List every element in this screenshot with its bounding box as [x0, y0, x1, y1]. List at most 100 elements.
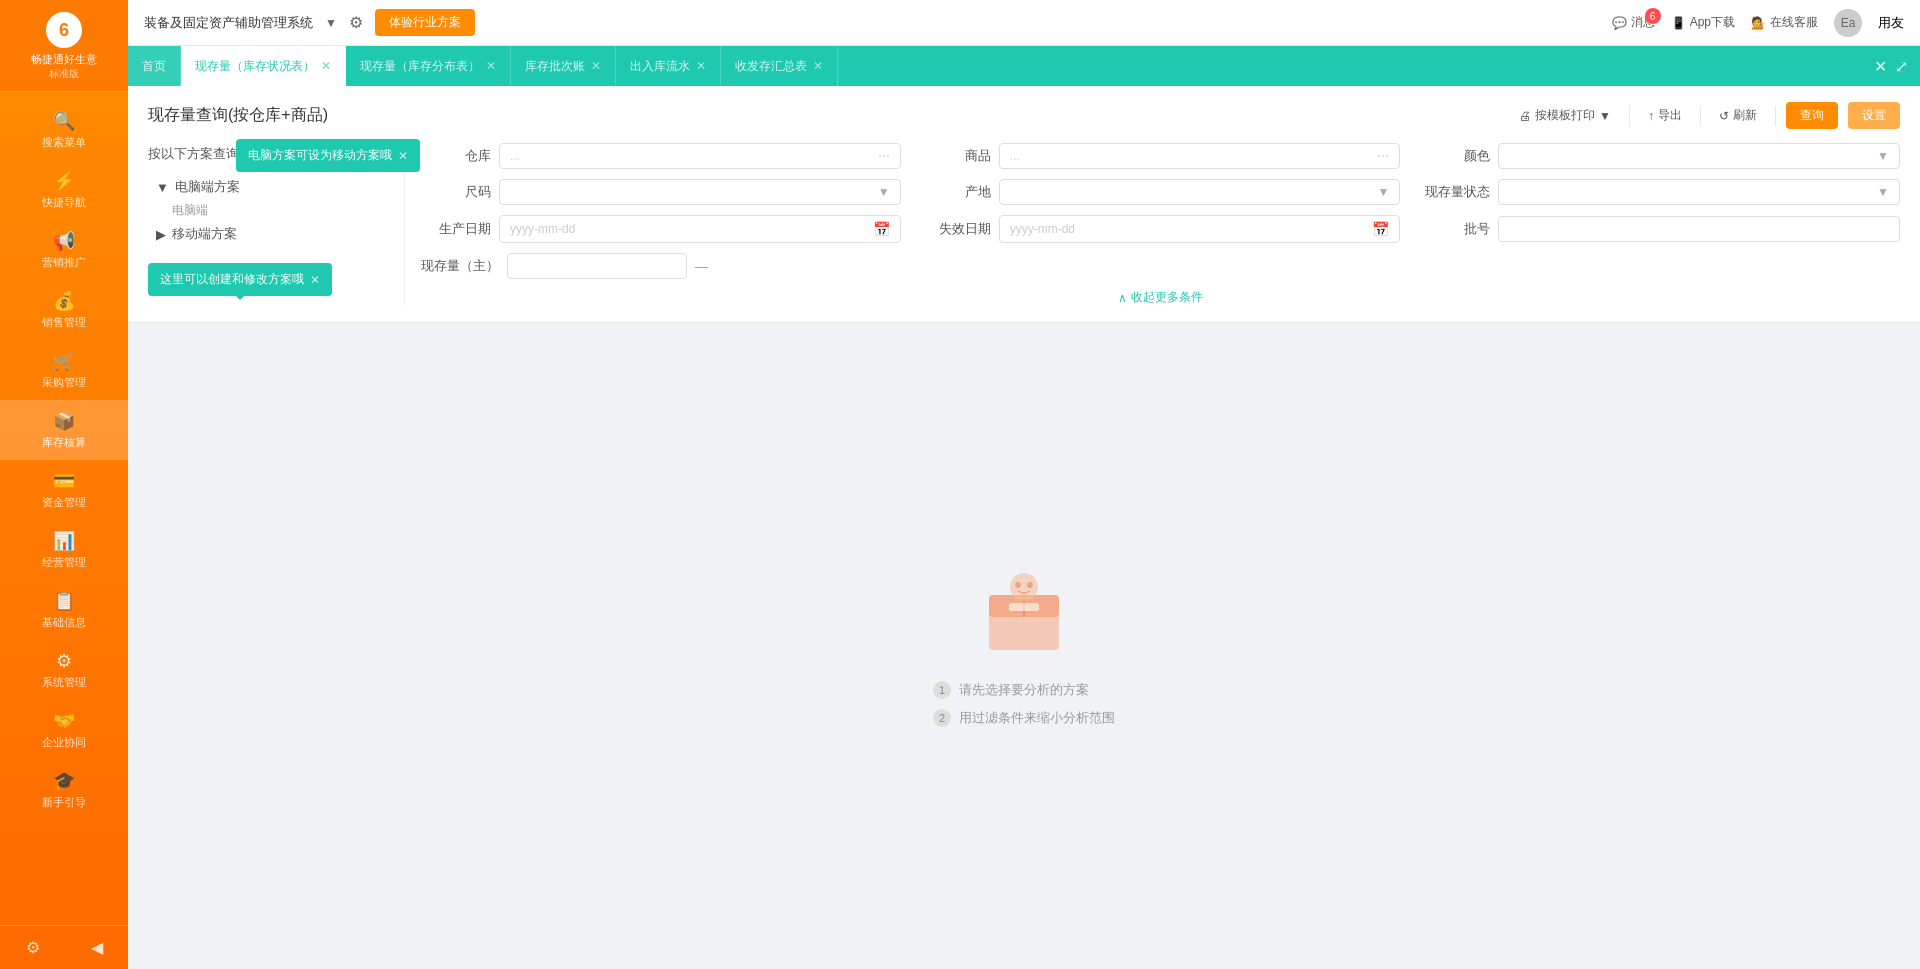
scheme-desktop-item-label: 电脑端	[172, 202, 208, 219]
sidebar-item-operation[interactable]: 📊 经营管理	[0, 520, 128, 580]
filter-panel: 现存量查询(按仓库+商品) 🖨 按模板打印 ▼ ↑ 导出 ↺	[128, 86, 1920, 323]
maximize-tabs-button[interactable]: ⤢	[1895, 57, 1908, 76]
produce-date-calendar-icon[interactable]: 📅	[873, 221, 890, 237]
filter-goods-value: ...	[1010, 149, 1020, 163]
tab-in-out-flow[interactable]: 出入库流水 ✕	[616, 46, 721, 86]
settings-bottom-icon[interactable]: ⚙	[26, 938, 40, 957]
refresh-icon: ↺	[1719, 109, 1729, 123]
scheme-label: 按以下方案查询	[148, 145, 239, 163]
finance-icon: 💳	[53, 470, 75, 492]
basic-icon: 📋	[53, 590, 75, 612]
sidebar-item-search[interactable]: 🔍 搜索菜单	[0, 100, 128, 160]
empty-hint-2-text: 用过滤条件来缩小分析范围	[959, 709, 1115, 727]
sidebar-item-system[interactable]: ⚙ 系统管理	[0, 640, 128, 700]
tab-inventory-dist[interactable]: 现存量（库存分布表） ✕	[346, 46, 511, 86]
export-label: 导出	[1658, 107, 1682, 124]
sidebar-item-finance-label: 资金管理	[42, 495, 86, 510]
sidebar-item-sales[interactable]: 💰 销售管理	[0, 280, 128, 340]
export-button[interactable]: ↑ 导出	[1640, 103, 1690, 128]
tab-inventory-status-close[interactable]: ✕	[321, 59, 331, 73]
search-icon: 🔍	[53, 110, 75, 132]
settings-button[interactable]: 设置	[1848, 102, 1900, 129]
filter-size-select[interactable]: ▼	[499, 179, 901, 205]
filter-size: 尺码 ▼	[421, 179, 901, 205]
sidebar-item-finance[interactable]: 💳 资金管理	[0, 460, 128, 520]
collapse-more-btn[interactable]: ∧ 收起更多条件	[421, 289, 1900, 306]
online-support-action[interactable]: 💁 在线客服	[1751, 14, 1818, 31]
sidebar-item-newbie[interactable]: 🎓 新手引导	[0, 760, 128, 820]
tooltip-desktop-scheme: 电脑方案可设为移动方案哦 ✕	[236, 139, 420, 172]
sidebar-item-marketing[interactable]: 📢 营销推广	[0, 220, 128, 280]
query-button[interactable]: 查询	[1786, 102, 1838, 129]
filter-origin-dropdown-icon: ▼	[1377, 185, 1389, 199]
system-icon: ⚙	[56, 650, 72, 672]
tab-home[interactable]: 首页	[128, 46, 181, 86]
tab-receive-summary[interactable]: 收发存汇总表 ✕	[721, 46, 838, 86]
empty-illustration	[964, 565, 1084, 665]
close-all-tabs-button[interactable]: ✕	[1874, 57, 1887, 76]
filter-stock-status-select[interactable]: ▼	[1498, 179, 1900, 205]
filter-batch-num-input[interactable]	[1498, 216, 1900, 242]
message-badge: 6	[1645, 8, 1661, 24]
empty-svg-icon	[964, 565, 1084, 665]
message-action[interactable]: 💬 消息 6	[1612, 14, 1655, 31]
tooltip-create-text: 这里可以创建和修改方案哦	[160, 271, 304, 288]
header-settings-icon[interactable]: ⚙	[349, 13, 363, 32]
scheme-desktop-group[interactable]: ▼ 电脑端方案	[156, 175, 388, 199]
collapse-label: 收起更多条件	[1131, 289, 1203, 306]
filter-goods-select[interactable]: ... ⋯	[999, 143, 1401, 169]
sidebar-item-enterprise[interactable]: 🤝 企业协同	[0, 700, 128, 760]
tab-in-out-flow-close[interactable]: ✕	[696, 59, 706, 73]
expire-date-calendar-icon[interactable]: 📅	[1372, 221, 1389, 237]
support-icon: 💁	[1751, 16, 1766, 30]
trial-button[interactable]: 体验行业方案	[375, 9, 475, 36]
tab-batch-ledger[interactable]: 库存批次账 ✕	[511, 46, 616, 86]
content-area: 1 请先选择要分析的方案 2 用过滤条件来缩小分析范围	[128, 323, 1920, 969]
filter-origin: 产地 ▼	[921, 179, 1401, 205]
tab-in-out-flow-label: 出入库流水	[630, 58, 690, 75]
filter-origin-select[interactable]: ▼	[999, 179, 1401, 205]
svg-rect-3	[1009, 603, 1039, 611]
filter-warehouse-icon: ⋯	[878, 149, 890, 163]
filter-goods-label: 商品	[921, 147, 991, 165]
sidebar-item-quick[interactable]: ⚡ 快捷导航	[0, 160, 128, 220]
empty-hint-2: 2 用过滤条件来缩小分析范围	[933, 709, 1115, 727]
app-download-action[interactable]: 📱 App下载	[1671, 14, 1735, 31]
filter-color-select[interactable]: ▼	[1498, 143, 1900, 169]
tab-receive-summary-close[interactable]: ✕	[813, 59, 823, 73]
tooltip-create-close[interactable]: ✕	[310, 273, 320, 287]
tab-inventory-dist-close[interactable]: ✕	[486, 59, 496, 73]
empty-state: 1 请先选择要分析的方案 2 用过滤条件来缩小分析范围	[933, 565, 1115, 727]
app-label: App下载	[1690, 14, 1735, 31]
filter-goods: 商品 ... ⋯	[921, 143, 1401, 169]
tooltip-desktop-close[interactable]: ✕	[398, 149, 408, 163]
tab-inventory-status[interactable]: 现存量（库存状况表） ✕	[181, 46, 346, 86]
sidebar-item-basic[interactable]: 📋 基础信息	[0, 580, 128, 640]
filter-row-4: 现存量（主） —	[421, 253, 1900, 279]
print-label: 按模板打印	[1535, 107, 1595, 124]
system-dropdown[interactable]: ▼	[325, 16, 337, 30]
tab-batch-ledger-close[interactable]: ✕	[591, 59, 601, 73]
filter-produce-date: 生产日期 yyyy-mm-dd 📅	[421, 215, 901, 243]
print-icon: 🖨	[1519, 109, 1531, 123]
scheme-mobile-group[interactable]: ▶ 移动端方案	[156, 222, 388, 246]
filter-stock-qty-from[interactable]	[507, 253, 687, 279]
filter-expire-date-input[interactable]: yyyy-mm-dd 📅	[999, 215, 1401, 243]
filter-color: 颜色 ▼	[1420, 143, 1900, 169]
filter-expire-date: 失效日期 yyyy-mm-dd 📅	[921, 215, 1401, 243]
filter-warehouse-select[interactable]: ... ⋯	[499, 143, 901, 169]
actions-divider3	[1775, 106, 1776, 126]
scheme-tree: ▼ 电脑端方案 电脑端 ▶ 移动端方案	[156, 175, 388, 246]
print-button[interactable]: 🖨 按模板打印 ▼	[1511, 103, 1619, 128]
sidebar-item-purchase[interactable]: 🛒 采购管理	[0, 340, 128, 400]
tab-home-label: 首页	[142, 58, 166, 75]
support-label: 在线客服	[1770, 14, 1818, 31]
sidebar-item-inventory[interactable]: 📦 库存核算	[0, 400, 128, 460]
filter-origin-label: 产地	[921, 183, 991, 201]
scheme-desktop-item[interactable]: 电脑端	[172, 199, 388, 222]
refresh-button[interactable]: ↺ 刷新	[1711, 103, 1765, 128]
collapse-sidebar-icon[interactable]: ◀	[91, 938, 103, 957]
filter-stock-status-dropdown-icon: ▼	[1877, 185, 1889, 199]
filter-produce-date-input[interactable]: yyyy-mm-dd 📅	[499, 215, 901, 243]
filter-scheme-section: 按以下方案查询 ＋ ✎ ← 电脑方案可设为移动方案哦 ✕	[148, 143, 1900, 306]
